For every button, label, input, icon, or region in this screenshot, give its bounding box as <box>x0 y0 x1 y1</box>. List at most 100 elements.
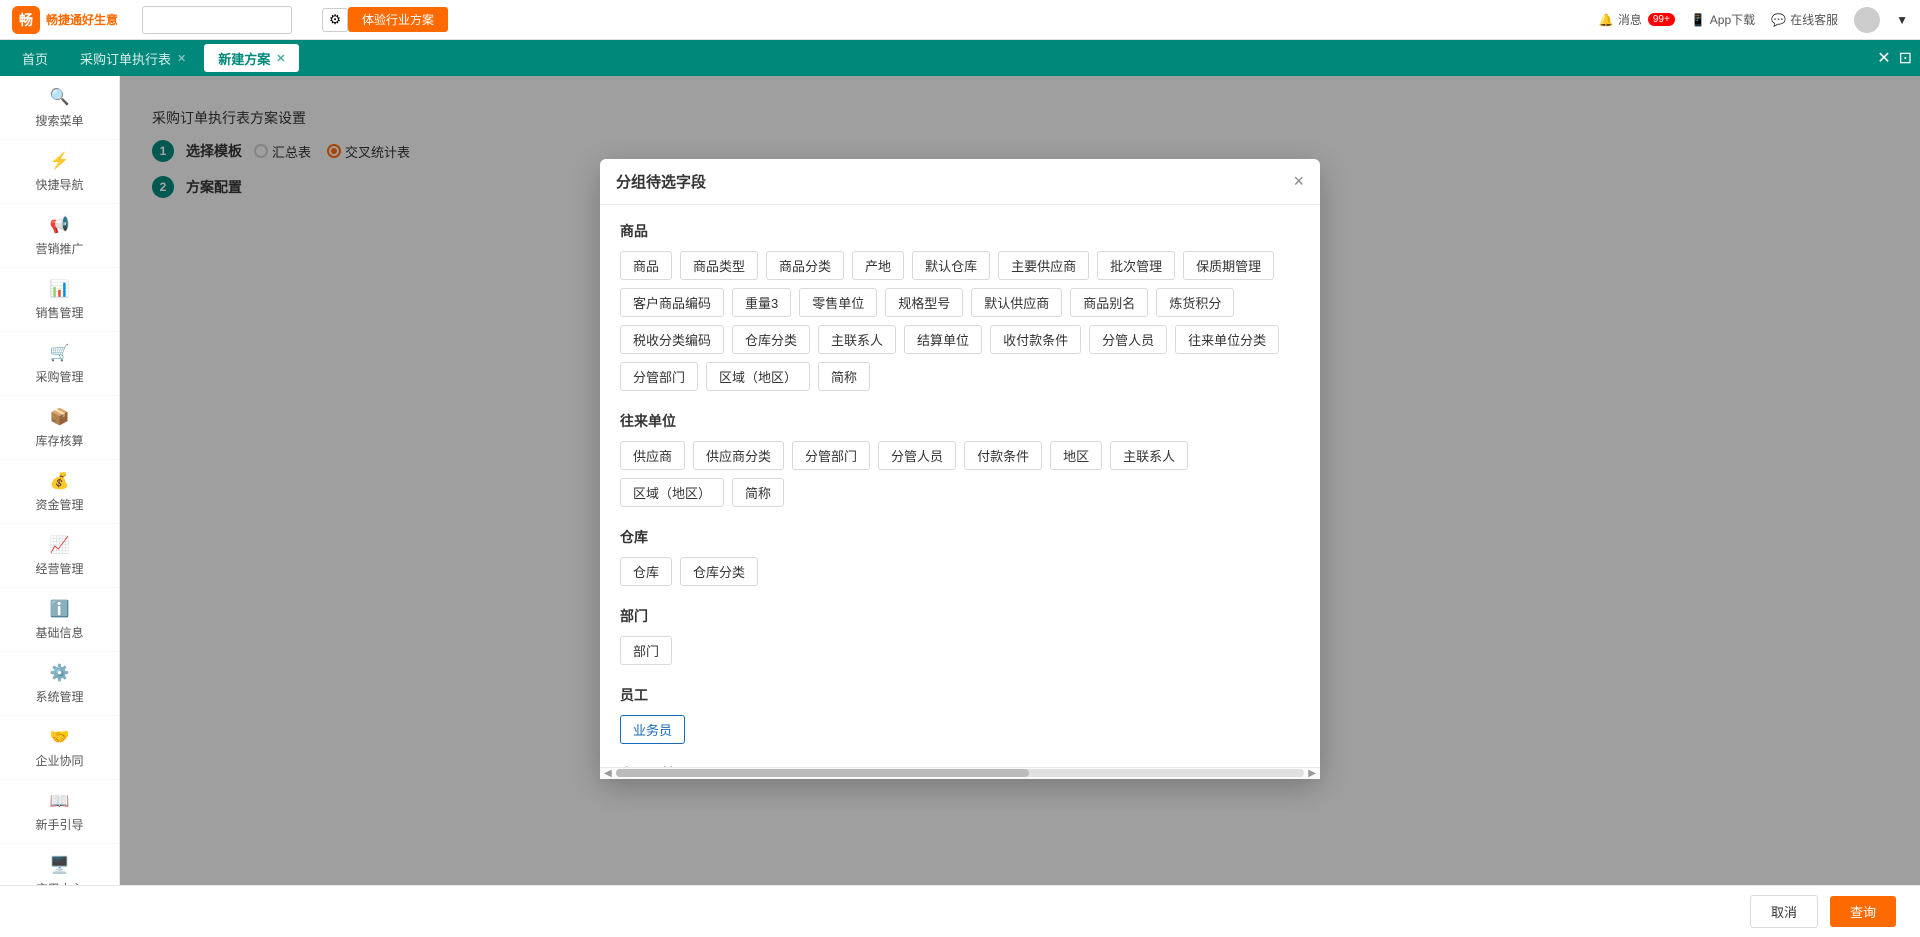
sidebar-item-search[interactable]: 🔍 搜索菜单 <box>0 76 119 140</box>
sidebar-item-guide[interactable]: 📖 新手引导 <box>0 780 119 844</box>
hscroll-track[interactable] <box>616 769 1305 777</box>
marketing-icon: 📢 <box>49 214 71 236</box>
system-icon: ⚙️ <box>49 662 71 684</box>
sidebar-item-quick-nav[interactable]: ⚡ 快捷导航 <box>0 140 119 204</box>
field-tag-weight3[interactable]: 重量3 <box>732 288 791 317</box>
experience-button[interactable]: 体验行业方案 <box>348 7 448 32</box>
field-tag-region-area[interactable]: 区域（地区） <box>706 362 810 391</box>
field-tag-product-alias[interactable]: 商品别名 <box>1070 288 1148 317</box>
field-tag-main-contact2[interactable]: 主联系人 <box>1110 441 1188 470</box>
field-tag-temper-points[interactable]: 炼货积分 <box>1156 288 1234 317</box>
field-tag-tax-code[interactable]: 税收分类编码 <box>620 325 724 354</box>
field-tag-warehouse-cat[interactable]: 仓库分类 <box>680 557 758 586</box>
tab-new-plan[interactable]: 新建方案 ✕ <box>204 44 299 72</box>
field-tag-partner-dept[interactable]: 分管部门 <box>792 441 870 470</box>
search-icon: 🔍 <box>49 86 71 108</box>
search-input[interactable] <box>142 6 292 34</box>
field-tag-default-supplier[interactable]: 默认供应商 <box>971 288 1062 317</box>
phone-icon: 📱 <box>1691 13 1706 27</box>
section-department-title: 部门 <box>620 606 1300 626</box>
sidebar-item-marketing[interactable]: 📢 营销推广 <box>0 204 119 268</box>
field-tag-abbrev2[interactable]: 简称 <box>732 478 784 507</box>
operations-icon: 📈 <box>49 534 71 556</box>
tab-home[interactable]: 首页 <box>8 44 62 72</box>
modal-header: 分组待选字段 × <box>600 159 1320 205</box>
sidebar-inventory-label: 库存核算 <box>35 432 83 449</box>
online-service-nav[interactable]: 💬 在线客服 <box>1771 11 1838 28</box>
field-tag-customer-code[interactable]: 客户商品编码 <box>620 288 724 317</box>
field-tag-batch-mgmt[interactable]: 批次管理 <box>1097 251 1175 280</box>
field-tag-payment-condition[interactable]: 付款条件 <box>964 441 1042 470</box>
sidebar-item-inventory[interactable]: 📦 库存核算 <box>0 396 119 460</box>
sidebar-item-operations[interactable]: 📈 经营管理 <box>0 524 119 588</box>
field-tag-mgr-dept[interactable]: 分管部门 <box>620 362 698 391</box>
field-tag-abbrev[interactable]: 简称 <box>818 362 870 391</box>
message-badge: 99+ <box>1648 13 1675 26</box>
logo-icon: 畅 <box>12 6 40 34</box>
sidebar-item-finance[interactable]: 💰 资金管理 <box>0 460 119 524</box>
hscroll-right-arrow[interactable]: ▶ <box>1308 768 1316 779</box>
field-tag-warehouse[interactable]: 仓库 <box>620 557 672 586</box>
field-tag-salesperson[interactable]: 业务员 <box>620 715 685 744</box>
field-tag-supplier[interactable]: 供应商 <box>620 441 685 470</box>
tab-new-plan-close[interactable]: ✕ <box>276 52 285 65</box>
avatar[interactable] <box>1854 7 1880 33</box>
cancel-button[interactable]: 取消 <box>1750 895 1818 928</box>
sidebar-system-label: 系统管理 <box>35 688 83 705</box>
gear-button[interactable]: ⚙ <box>322 8 348 32</box>
field-tag-payment-terms[interactable]: 收付款条件 <box>990 325 1081 354</box>
field-tag-area[interactable]: 地区 <box>1050 441 1102 470</box>
section-partners-tags: 供应商 供应商分类 分管部门 分管人员 付款条件 地区 主联系人 区域（地区） … <box>620 441 1300 507</box>
field-tag-product-category[interactable]: 商品分类 <box>766 251 844 280</box>
tab-purchase-order-close[interactable]: ✕ <box>177 52 186 65</box>
field-tag-default-warehouse[interactable]: 默认仓库 <box>912 251 990 280</box>
field-tag-warehouse-category[interactable]: 仓库分类 <box>732 325 810 354</box>
field-tag-product[interactable]: 商品 <box>620 251 672 280</box>
confirm-button[interactable]: 查询 <box>1830 896 1896 927</box>
field-tag-expiry-mgmt[interactable]: 保质期管理 <box>1183 251 1274 280</box>
enterprise-icon: 🤝 <box>49 726 71 748</box>
section-products: 商品 商品 商品类型 商品分类 产地 默认仓库 主要供应商 批次管理 保质期管理… <box>620 221 1300 391</box>
header-search[interactable] <box>142 6 322 34</box>
sidebar-item-basic-info[interactable]: ℹ️ 基础信息 <box>0 588 119 652</box>
field-tag-settlement-unit[interactable]: 结算单位 <box>904 325 982 354</box>
sidebar-item-system[interactable]: ⚙️ 系统管理 <box>0 652 119 716</box>
field-tag-partner-person[interactable]: 分管人员 <box>878 441 956 470</box>
logo-text: 畅捷通好生意 <box>46 11 118 28</box>
modal-close-button[interactable]: × <box>1293 171 1304 192</box>
field-tag-spec-model[interactable]: 规格型号 <box>885 288 963 317</box>
tabs-collapse-icon[interactable]: ✕ <box>1877 48 1890 68</box>
hscroll-thumb[interactable] <box>616 769 1029 777</box>
sidebar-item-purchase[interactable]: 🛒 采购管理 <box>0 332 119 396</box>
field-select-modal: 分组待选字段 × 商品 商品 商品类型 商品分类 产地 默认仓库 主要供应商 批… <box>600 159 1320 779</box>
field-tag-retail-unit[interactable]: 零售单位 <box>799 288 877 317</box>
logo-char: 畅 <box>19 10 33 30</box>
chat-icon: 💬 <box>1771 13 1786 27</box>
expand-icon[interactable]: ▼ <box>1896 13 1908 27</box>
modal-horizontal-scrollbar[interactable]: ◀ ▶ <box>600 767 1320 779</box>
logo-area: 畅 畅捷通好生意 <box>12 6 132 34</box>
field-tag-main-contact[interactable]: 主联系人 <box>818 325 896 354</box>
field-tag-origin[interactable]: 产地 <box>852 251 904 280</box>
tabs-bar: 首页 采购订单执行表 ✕ 新建方案 ✕ ✕ ⊡ <box>0 40 1920 76</box>
field-tag-mgr-person[interactable]: 分管人员 <box>1089 325 1167 354</box>
online-service-label: 在线客服 <box>1790 11 1838 28</box>
field-tag-supplier-category[interactable]: 供应商分类 <box>693 441 784 470</box>
field-tag-department[interactable]: 部门 <box>620 636 672 665</box>
guide-icon: 📖 <box>49 790 71 812</box>
purchase-icon: 🛒 <box>49 342 71 364</box>
tab-purchase-order-label: 采购订单执行表 <box>80 49 171 68</box>
section-warehouse-title: 仓库 <box>620 527 1300 547</box>
app-download-nav[interactable]: 📱 App下载 <box>1691 11 1755 28</box>
hscroll-left-arrow[interactable]: ◀ <box>604 768 612 779</box>
section-employee-title: 员工 <box>620 685 1300 705</box>
field-tag-main-supplier[interactable]: 主要供应商 <box>998 251 1089 280</box>
field-tag-partner-category[interactable]: 往来单位分类 <box>1175 325 1279 354</box>
sidebar-item-enterprise[interactable]: 🤝 企业协同 <box>0 716 119 780</box>
field-tag-product-type[interactable]: 商品类型 <box>680 251 758 280</box>
sidebar-item-sales[interactable]: 📊 销售管理 <box>0 268 119 332</box>
tabs-expand-icon[interactable]: ⊡ <box>1899 48 1912 68</box>
tab-purchase-order[interactable]: 采购订单执行表 ✕ <box>66 44 200 72</box>
message-nav[interactable]: 🔔 消息 99+ <box>1599 11 1675 28</box>
field-tag-region2[interactable]: 区域（地区） <box>620 478 724 507</box>
